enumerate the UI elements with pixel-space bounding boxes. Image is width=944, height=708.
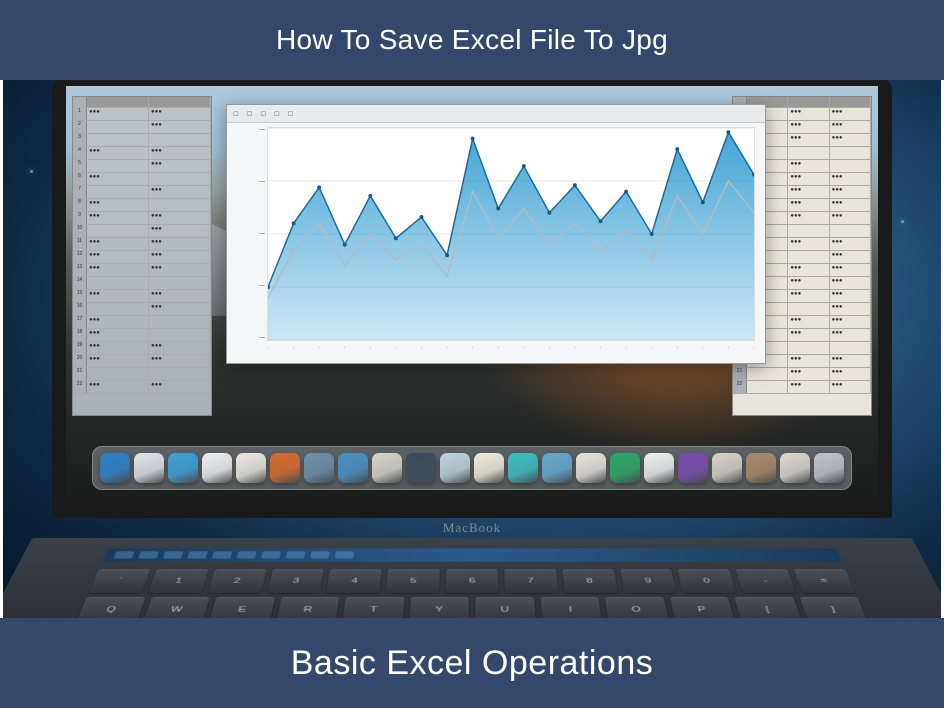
- dock-app-icon: [304, 453, 334, 483]
- laptop-brand-label: MacBook: [443, 520, 501, 536]
- dock-app-icon: [746, 453, 776, 483]
- dock-app-icon: [202, 453, 232, 483]
- chart-window: ▢▢▢▢▢ ————— ····················: [226, 104, 766, 364]
- keyboard-key: 6: [445, 569, 498, 593]
- keyboard-key: E: [209, 597, 275, 618]
- keyboard-key: -: [736, 569, 796, 593]
- chart-plot-area: [267, 127, 755, 341]
- dock-app-icon: [814, 453, 844, 483]
- dock-app-icon: [644, 453, 674, 483]
- keyboard-key: U: [475, 597, 535, 618]
- keyboard-key: ]: [799, 597, 868, 618]
- spreadsheet-panel-left: 1●●●●●●2●●●34●●●●●●5●●●6●●●7●●●8●●●9●●●●…: [72, 96, 212, 416]
- keyboard-key: 4: [326, 569, 382, 593]
- dock-app-icon: [372, 453, 402, 483]
- keyboard-key: I: [540, 597, 602, 618]
- dock-app-icon: [576, 453, 606, 483]
- keyboard-key: 3: [267, 569, 324, 593]
- dock-app-icon: [542, 453, 572, 483]
- keyboard-key: 2: [207, 569, 266, 593]
- screen-bezel: 1●●●●●●2●●●34●●●●●●5●●●6●●●7●●●8●●●9●●●●…: [52, 80, 892, 518]
- keyboard-key: W: [142, 597, 209, 618]
- dock-app-icon: [474, 453, 504, 483]
- keyboard-key: Q: [76, 597, 145, 618]
- keyboard-key: [: [734, 597, 801, 618]
- laptop-keyboard: `1234567890-=QWERTYUIOP[]ASDFGHJKL;': [0, 538, 944, 618]
- dock-app-icon: [134, 453, 164, 483]
- bottom-title: Basic Excel Operations: [291, 644, 654, 683]
- laptop-illustration: 1●●●●●●2●●●34●●●●●●5●●●6●●●7●●●8●●●9●●●●…: [37, 80, 907, 618]
- tutorial-cover-container: How To Save Excel File To Jpg 1●●●●●●2●●…: [0, 0, 944, 708]
- top-banner: How To Save Excel File To Jpg: [0, 0, 944, 80]
- keyboard-key: R: [276, 597, 340, 618]
- keyboard-key: O: [605, 597, 669, 618]
- macos-dock: [92, 446, 852, 490]
- keyboard-key: 8: [562, 569, 618, 593]
- chart-toolbar: ▢▢▢▢▢: [227, 105, 765, 123]
- keyboard-key: 1: [148, 569, 208, 593]
- dock-app-icon: [168, 453, 198, 483]
- dock-app-icon: [338, 453, 368, 483]
- keyboard-key: 5: [386, 569, 440, 593]
- keyboard-key: Y: [409, 597, 469, 618]
- keyboard-key: 9: [620, 569, 677, 593]
- dock-app-icon: [100, 453, 130, 483]
- dock-app-icon: [406, 453, 436, 483]
- dock-app-icon: [678, 453, 708, 483]
- keyboard-key: 7: [504, 569, 558, 593]
- laptop-screen: 1●●●●●●2●●●34●●●●●●5●●●6●●●7●●●8●●●9●●●●…: [66, 86, 878, 504]
- dock-app-icon: [236, 453, 266, 483]
- dock-app-icon: [440, 453, 470, 483]
- dock-app-icon: [712, 453, 742, 483]
- dock-app-icon: [610, 453, 640, 483]
- keyboard-key: 0: [678, 569, 737, 593]
- keyboard-key: =: [794, 569, 856, 593]
- chart-svg: [268, 128, 754, 340]
- hero-image-area: 1●●●●●●2●●●34●●●●●●5●●●6●●●7●●●8●●●9●●●●…: [0, 80, 944, 618]
- dock-app-icon: [780, 453, 810, 483]
- top-title: How To Save Excel File To Jpg: [276, 24, 668, 56]
- bottom-banner: Basic Excel Operations: [0, 618, 944, 708]
- dock-app-icon: [508, 453, 538, 483]
- touchbar: [102, 548, 842, 561]
- dock-app-icon: [270, 453, 300, 483]
- chart-yaxis: —————: [235, 127, 265, 341]
- chart-xaxis: ····················: [267, 345, 755, 357]
- keyboard-key: `: [88, 569, 150, 593]
- keyboard-key: T: [342, 597, 404, 618]
- keyboard-key: P: [669, 597, 735, 618]
